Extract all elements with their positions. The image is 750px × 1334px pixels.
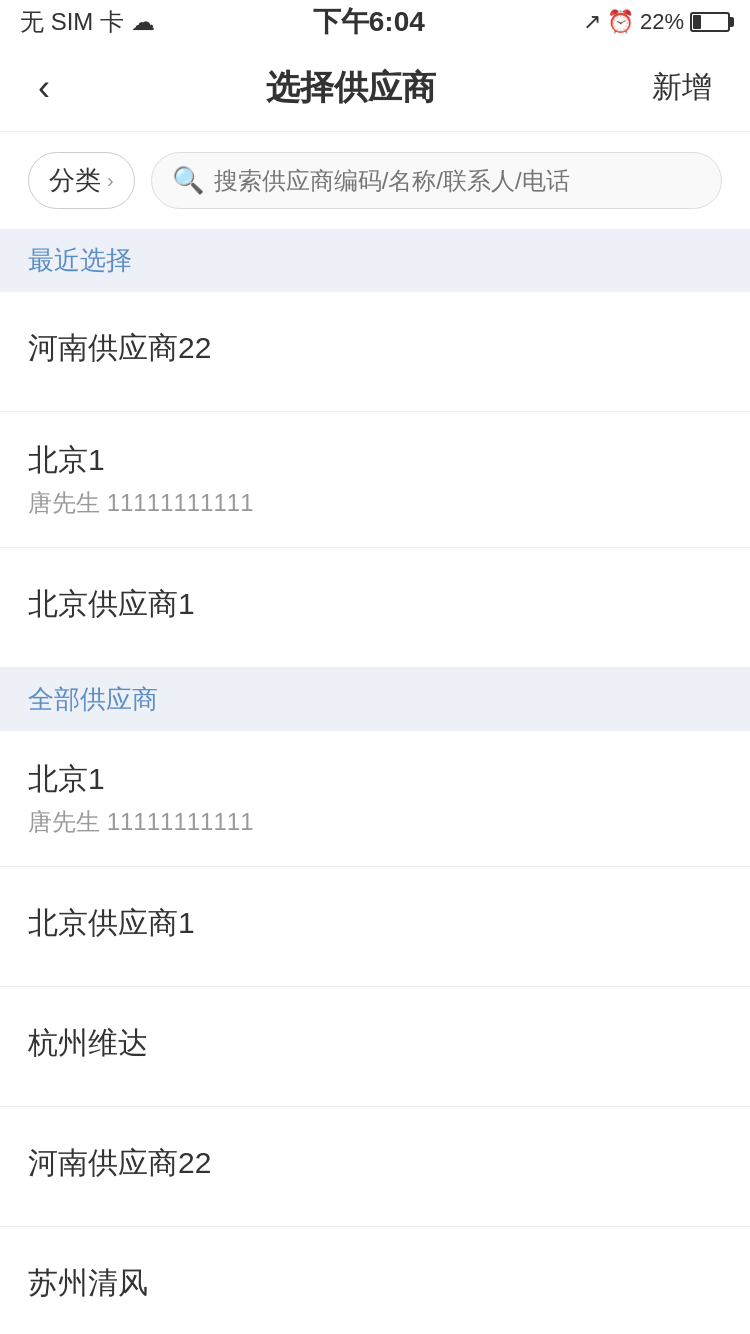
location-icon: ↗ bbox=[583, 9, 601, 35]
item-name: 河南供应商22 bbox=[28, 1143, 722, 1184]
chevron-down-icon: › bbox=[107, 169, 114, 192]
list-item[interactable]: 北京1 唐先生 11111111111 bbox=[0, 412, 750, 548]
item-name: 北京供应商1 bbox=[28, 903, 722, 944]
nav-bar: ‹ 选择供应商 新增 bbox=[0, 44, 750, 132]
list-item[interactable]: 北京1 唐先生 11111111111 bbox=[0, 731, 750, 867]
list-item[interactable]: 河南供应商22 bbox=[0, 292, 750, 412]
all-section-header: 全部供应商 bbox=[0, 668, 750, 731]
item-detail: 唐先生 11111111111 bbox=[28, 806, 722, 838]
list-item[interactable]: 杭州维达 bbox=[0, 987, 750, 1107]
status-right: ↗ ⏰ 22% bbox=[583, 9, 730, 35]
search-icon: 🔍 bbox=[172, 165, 204, 196]
item-name: 河南供应商22 bbox=[28, 328, 722, 369]
search-input[interactable] bbox=[214, 167, 701, 195]
back-button[interactable]: ‹ bbox=[28, 57, 60, 119]
page-title: 选择供应商 bbox=[266, 65, 436, 111]
item-name: 苏州清风 bbox=[28, 1263, 722, 1304]
all-section-label: 全部供应商 bbox=[28, 684, 158, 714]
recent-section-header: 最近选择 bbox=[0, 229, 750, 292]
status-bar: 无 SIM 卡 ☁ 下午6:04 ↗ ⏰ 22% bbox=[0, 0, 750, 44]
battery-icon bbox=[690, 12, 730, 32]
list-item[interactable]: 河南供应商22 bbox=[0, 1107, 750, 1227]
item-name: 北京1 bbox=[28, 759, 722, 800]
filter-bar: 分类 › 🔍 bbox=[0, 132, 750, 229]
all-items-list: 北京1 唐先生 11111111111 北京供应商1 杭州维达 河南供应商22 … bbox=[0, 731, 750, 1334]
status-time: 下午6:04 bbox=[313, 3, 425, 41]
item-name: 北京供应商1 bbox=[28, 584, 722, 625]
list-item[interactable]: 北京供应商1 bbox=[0, 867, 750, 987]
category-label: 分类 bbox=[49, 163, 101, 198]
sim-status: 无 SIM 卡 ☁ bbox=[20, 6, 155, 38]
list-item[interactable]: 苏州清风 bbox=[0, 1227, 750, 1334]
status-left: 无 SIM 卡 ☁ bbox=[20, 6, 155, 38]
search-box[interactable]: 🔍 bbox=[151, 152, 722, 209]
recent-items-list: 河南供应商22 北京1 唐先生 11111111111 北京供应商1 bbox=[0, 292, 750, 668]
add-button[interactable]: 新增 bbox=[642, 57, 722, 118]
battery-percent: 22% bbox=[640, 9, 684, 35]
item-detail: 唐先生 11111111111 bbox=[28, 487, 722, 519]
item-name: 杭州维达 bbox=[28, 1023, 722, 1064]
item-name: 北京1 bbox=[28, 440, 722, 481]
recent-section-label: 最近选择 bbox=[28, 245, 132, 275]
category-filter[interactable]: 分类 › bbox=[28, 152, 135, 209]
alarm-icon: ⏰ bbox=[607, 9, 634, 35]
list-item[interactable]: 北京供应商1 bbox=[0, 548, 750, 668]
